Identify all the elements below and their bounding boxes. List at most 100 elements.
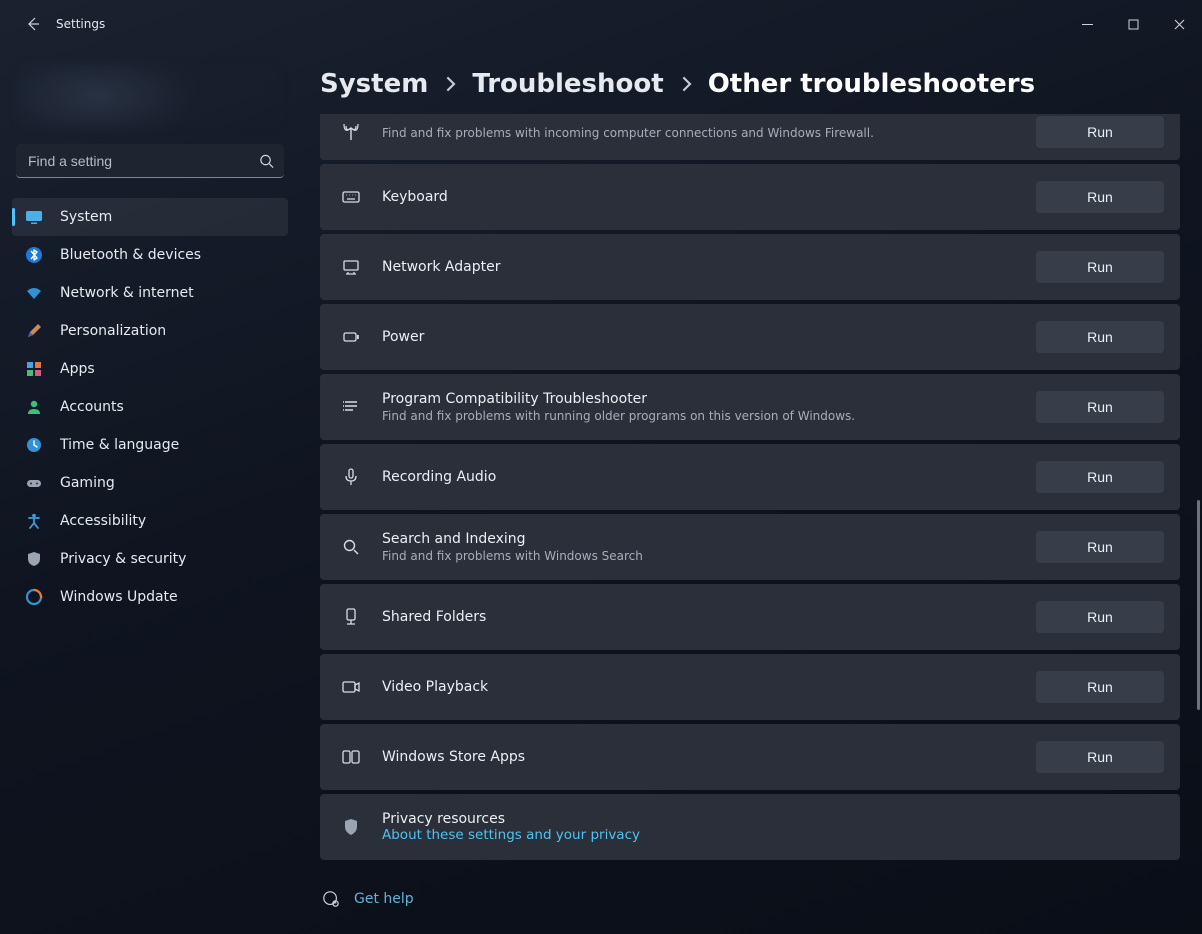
search-wrap (16, 144, 284, 178)
title-bar: Settings (0, 0, 1202, 48)
back-button[interactable] (16, 7, 50, 41)
card-title: Recording Audio (382, 469, 1036, 485)
nav: System Bluetooth & devices Network & int… (12, 198, 288, 616)
get-help-link[interactable]: Get help (354, 891, 414, 907)
sidebar-item-personalization[interactable]: Personalization (12, 312, 288, 350)
troubleshooter-card[interactable]: Power Run (320, 304, 1180, 370)
compatibility-icon (340, 396, 362, 418)
sidebar-item-label: Accessibility (60, 513, 146, 529)
search-icon (259, 154, 274, 169)
sidebar-item-apps[interactable]: Apps (12, 350, 288, 388)
chevron-right-icon (442, 76, 458, 92)
run-button[interactable]: Run (1036, 391, 1164, 423)
keyboard-icon (340, 186, 362, 208)
card-title: Video Playback (382, 679, 1036, 695)
troubleshooter-card[interactable]: Find and fix problems with incoming comp… (320, 114, 1180, 160)
scrollbar[interactable] (1197, 500, 1200, 710)
search-icon (340, 536, 362, 558)
accessibility-icon (24, 511, 44, 531)
sidebar-item-label: Windows Update (60, 589, 178, 605)
card-title: Program Compatibility Troubleshooter (382, 391, 1036, 407)
gamepad-icon (24, 473, 44, 493)
close-button[interactable] (1156, 7, 1202, 41)
run-button[interactable]: Run (1036, 741, 1164, 773)
sidebar-item-privacy[interactable]: Privacy & security (12, 540, 288, 578)
network-adapter-icon (340, 256, 362, 278)
maximize-button[interactable] (1110, 7, 1156, 41)
app-title: Settings (56, 17, 105, 31)
run-button[interactable]: Run (1036, 321, 1164, 353)
apps-icon (24, 359, 44, 379)
run-button[interactable]: Run (1036, 251, 1164, 283)
card-title: Keyboard (382, 189, 1036, 205)
breadcrumb-mid[interactable]: Troubleshoot (472, 69, 663, 99)
troubleshooter-list: Find and fix problems with incoming comp… (320, 114, 1180, 860)
search-input[interactable] (16, 144, 284, 178)
card-title: Shared Folders (382, 609, 1036, 625)
sidebar-item-label: Network & internet (60, 285, 194, 301)
run-button[interactable]: Run (1036, 601, 1164, 633)
minimize-button[interactable] (1064, 7, 1110, 41)
sidebar-item-gaming[interactable]: Gaming (12, 464, 288, 502)
sidebar-item-accessibility[interactable]: Accessibility (12, 502, 288, 540)
sidebar-item-windows-update[interactable]: Windows Update (12, 578, 288, 616)
card-title: Windows Store Apps (382, 749, 1036, 765)
troubleshooter-card[interactable]: Network Adapter Run (320, 234, 1180, 300)
troubleshooter-card[interactable]: Video Playback Run (320, 654, 1180, 720)
bluetooth-icon (24, 245, 44, 265)
sidebar-item-label: Personalization (60, 323, 166, 339)
troubleshooter-card[interactable]: Recording Audio Run (320, 444, 1180, 510)
breadcrumb: System Troubleshoot Other troubleshooter… (320, 56, 1180, 112)
sidebar-item-system[interactable]: System (12, 198, 288, 236)
sidebar-item-label: System (60, 209, 112, 225)
shield-icon (340, 816, 362, 838)
card-title: Privacy resources (382, 811, 1164, 827)
sidebar-item-label: Time & language (60, 437, 179, 453)
shared-folders-icon (340, 606, 362, 628)
sidebar-item-label: Privacy & security (60, 551, 186, 567)
run-button[interactable]: Run (1036, 531, 1164, 563)
troubleshooter-card[interactable]: Search and Indexing Find and fix problem… (320, 514, 1180, 580)
sidebar: System Bluetooth & devices Network & int… (0, 48, 300, 934)
troubleshooter-card[interactable]: Windows Store Apps Run (320, 724, 1180, 790)
troubleshooter-card[interactable]: Keyboard Run (320, 164, 1180, 230)
troubleshooter-card[interactable]: Program Compatibility Troubleshooter Fin… (320, 374, 1180, 440)
card-title: Power (382, 329, 1036, 345)
sidebar-item-label: Apps (60, 361, 95, 377)
sidebar-item-bluetooth[interactable]: Bluetooth & devices (12, 236, 288, 274)
sidebar-item-time-language[interactable]: Time & language (12, 426, 288, 464)
run-button[interactable]: Run (1036, 671, 1164, 703)
card-title: Network Adapter (382, 259, 1036, 275)
card-subtitle: Find and fix problems with Windows Searc… (382, 549, 1036, 563)
store-apps-icon (340, 746, 362, 768)
breadcrumb-root[interactable]: System (320, 69, 428, 99)
sidebar-item-network[interactable]: Network & internet (12, 274, 288, 312)
card-title: Search and Indexing (382, 531, 1036, 547)
sidebar-item-label: Gaming (60, 475, 115, 491)
profile-blurred (18, 64, 282, 128)
run-button[interactable]: Run (1036, 116, 1164, 148)
card-subtitle: Find and fix problems with running older… (382, 409, 1036, 423)
help-icon (322, 890, 340, 908)
sidebar-item-accounts[interactable]: Accounts (12, 388, 288, 426)
power-icon (340, 326, 362, 348)
paintbrush-icon (24, 321, 44, 341)
sidebar-item-label: Accounts (60, 399, 124, 415)
privacy-resources-card[interactable]: Privacy resources About these settings a… (320, 794, 1180, 860)
run-button[interactable]: Run (1036, 181, 1164, 213)
chevron-right-icon (678, 76, 694, 92)
person-icon (24, 397, 44, 417)
privacy-link[interactable]: About these settings and your privacy (382, 827, 1164, 843)
content: System Troubleshoot Other troubleshooter… (300, 48, 1202, 934)
breadcrumb-current: Other troubleshooters (708, 69, 1035, 99)
antenna-icon (340, 121, 362, 143)
wifi-icon (24, 283, 44, 303)
video-icon (340, 676, 362, 698)
troubleshooter-card[interactable]: Shared Folders Run (320, 584, 1180, 650)
card-subtitle: Find and fix problems with incoming comp… (382, 126, 1036, 140)
display-icon (24, 207, 44, 227)
get-help-row: Get help (320, 890, 1180, 908)
shield-icon (24, 549, 44, 569)
clock-icon (24, 435, 44, 455)
run-button[interactable]: Run (1036, 461, 1164, 493)
